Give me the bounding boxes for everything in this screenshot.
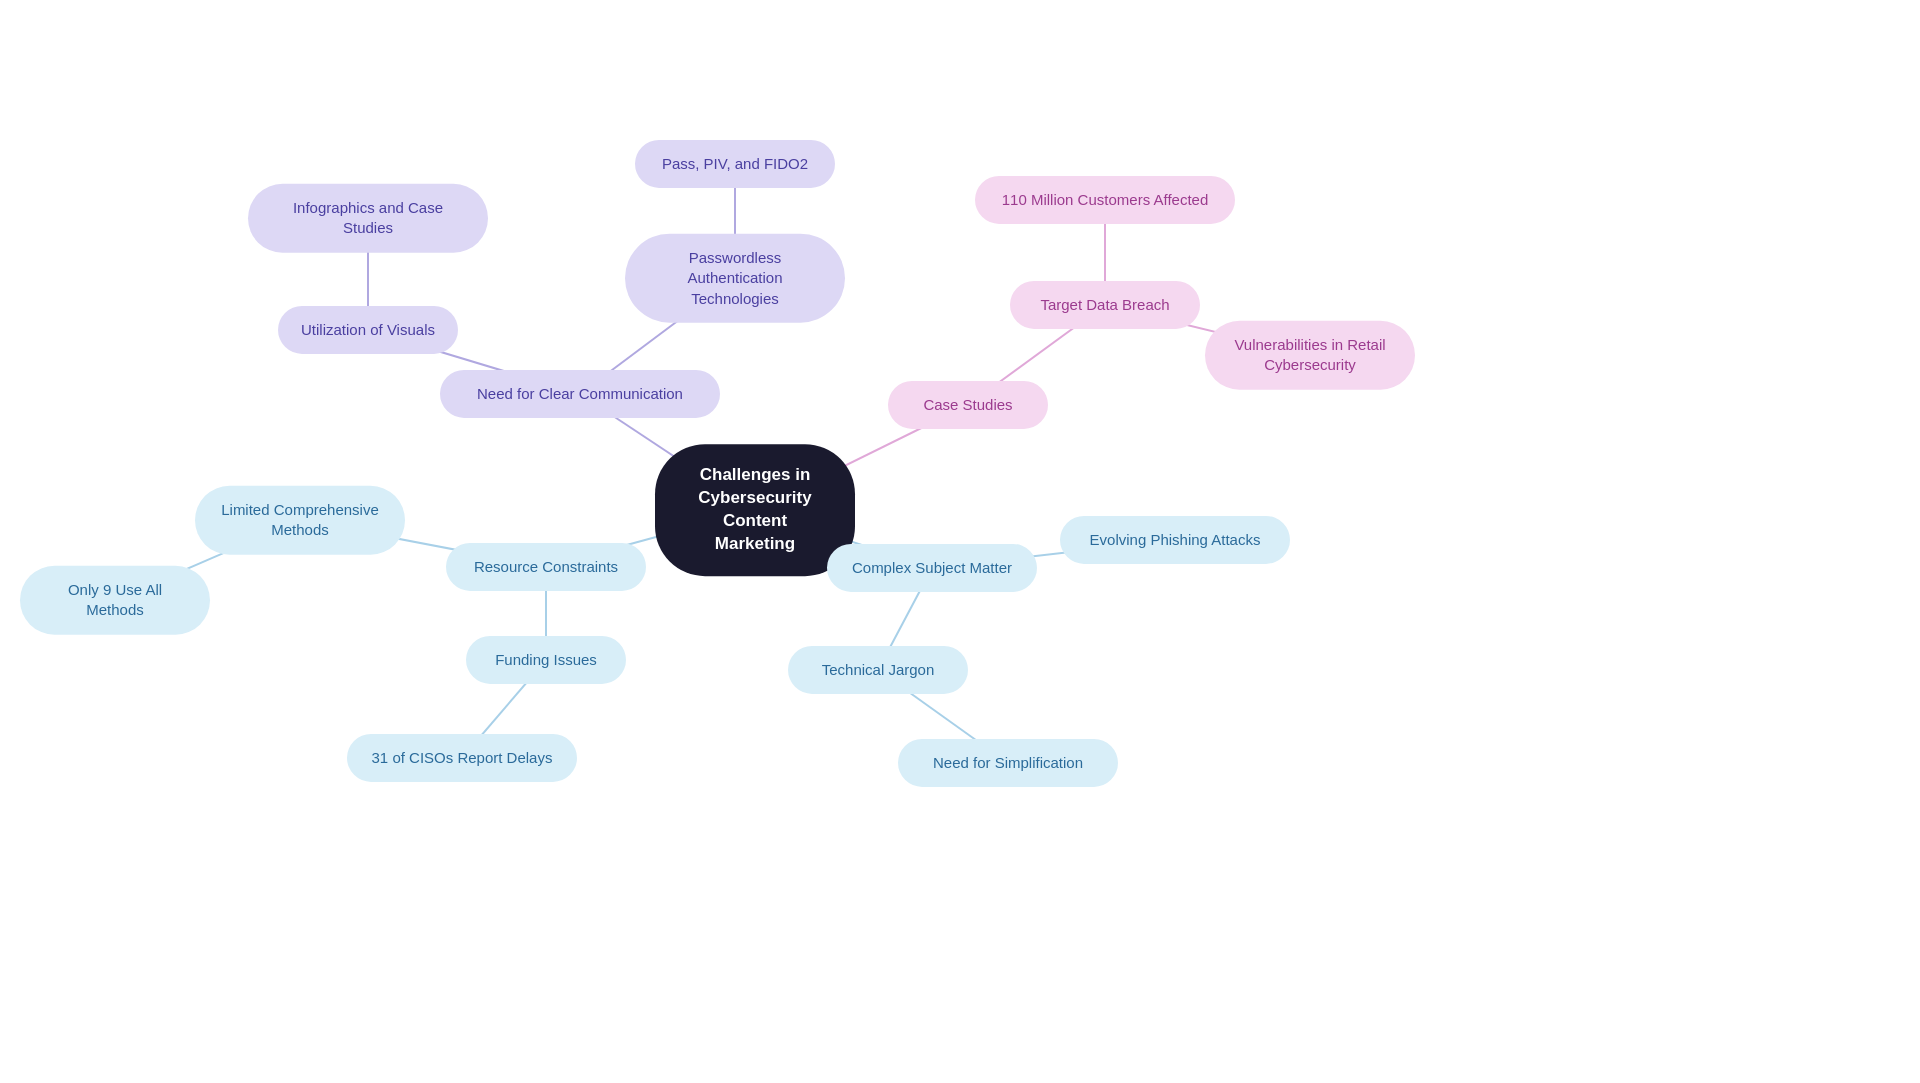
node-need-clear-comm: Need for Clear Communication	[440, 370, 720, 418]
node-technical-jargon: Technical Jargon	[788, 646, 968, 694]
node-pass-piv: Pass, PIV, and FIDO2	[635, 140, 835, 188]
node-resource-constraints: Resource Constraints	[446, 543, 646, 591]
node-passwordless: Passwordless Authentication Technologies	[625, 234, 845, 323]
node-110-million: 110 Million Customers Affected	[975, 176, 1235, 224]
node-complex-subject: Complex Subject Matter	[827, 544, 1037, 592]
node-infographics: Infographics and Case Studies	[248, 184, 488, 253]
node-need-simplification: Need for Simplification	[898, 739, 1118, 787]
node-only-9: Only 9 Use All Methods	[20, 566, 210, 635]
node-funding-issues: Funding Issues	[466, 636, 626, 684]
node-limited-methods: Limited Comprehensive Methods	[195, 486, 405, 555]
node-31-cisos: 31 of CISOs Report Delays	[347, 734, 577, 782]
mindmap-canvas: Challenges in Cybersecurity Content Mark…	[0, 0, 1920, 1083]
node-utilization-visuals: Utilization of Visuals	[278, 306, 458, 354]
node-target-breach: Target Data Breach	[1010, 281, 1200, 329]
node-case-studies: Case Studies	[888, 381, 1048, 429]
center-node: Challenges in Cybersecurity Content Mark…	[655, 444, 855, 576]
node-evolving-phishing: Evolving Phishing Attacks	[1060, 516, 1290, 564]
node-vulnerabilities: Vulnerabilities in Retail Cybersecurity	[1205, 321, 1415, 390]
